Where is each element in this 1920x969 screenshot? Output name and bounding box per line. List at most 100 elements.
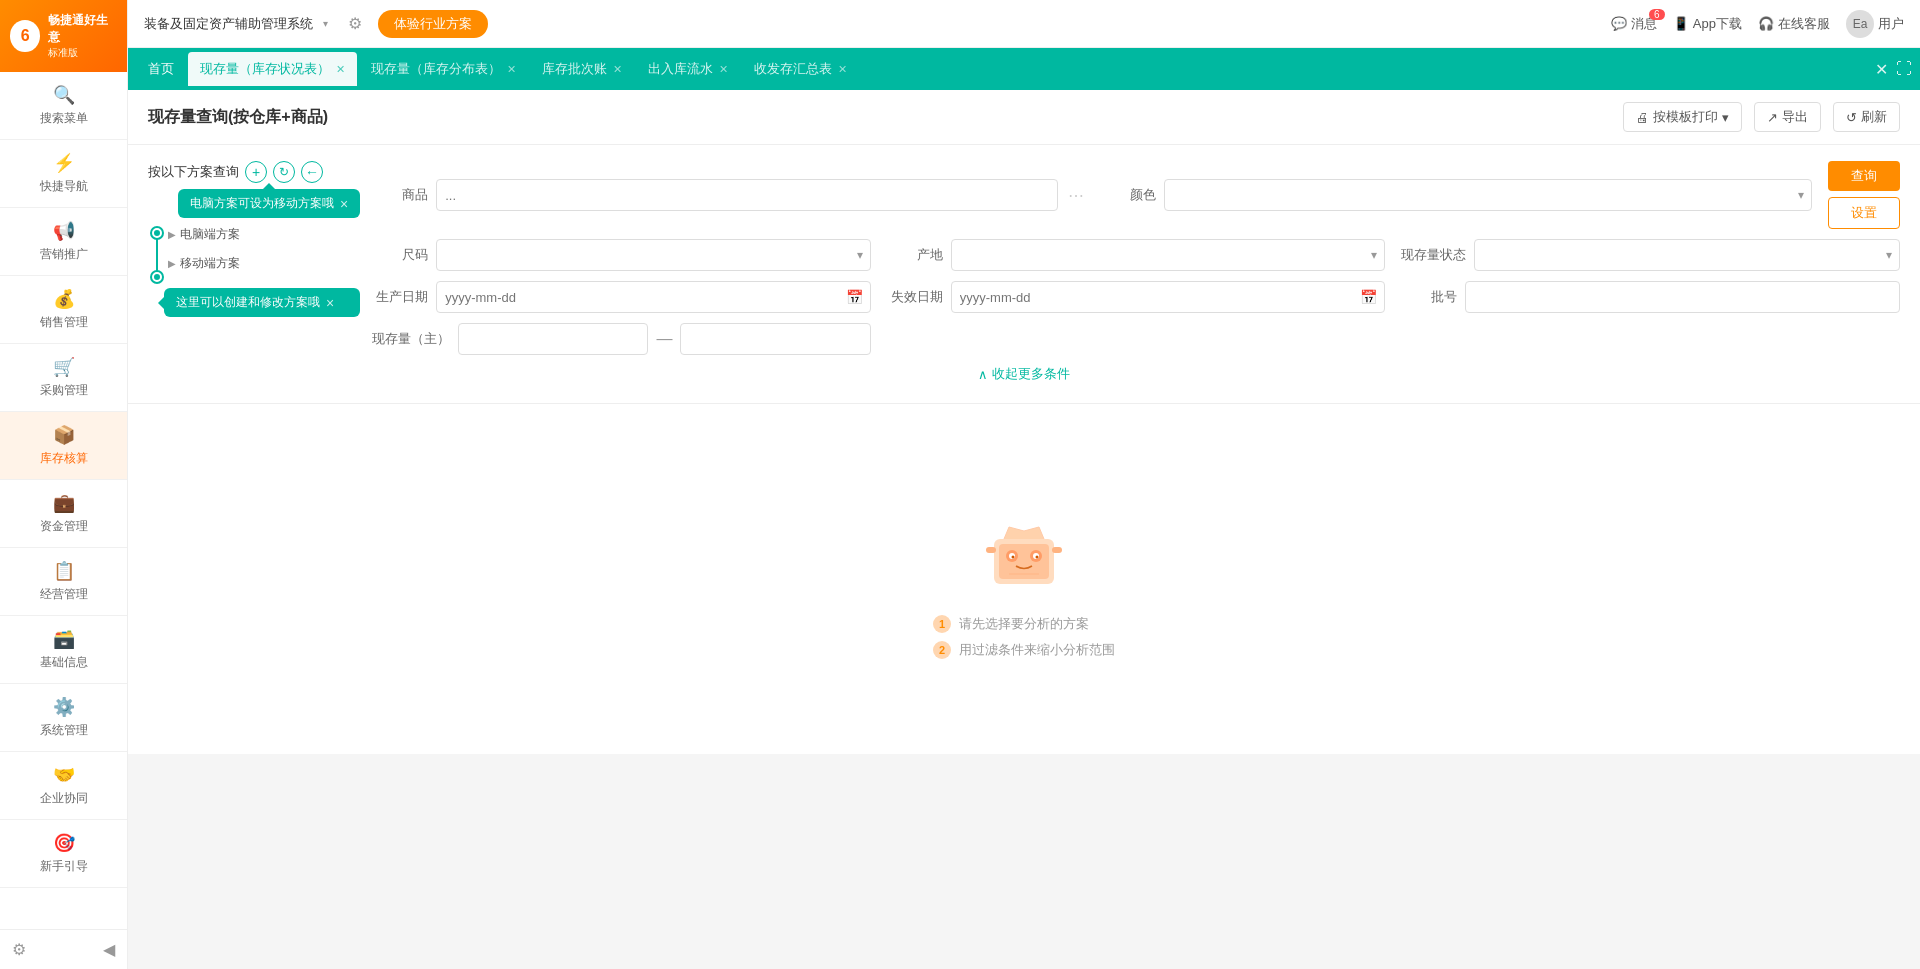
product-input[interactable] xyxy=(436,179,1058,211)
app-download-item[interactable]: 📱 App下载 xyxy=(1673,15,1742,33)
tab-fullscreen-icon[interactable]: ⛶ xyxy=(1896,60,1912,78)
finance-icon: 💼 xyxy=(53,492,75,514)
refresh-button[interactable]: ↺ 刷新 xyxy=(1833,102,1900,132)
tab-stock-dist[interactable]: 现存量（库存分布表） ✕ xyxy=(359,52,528,86)
hint-num-2: 2 xyxy=(933,641,951,659)
mobile-scheme-group[interactable]: ▶ 移动端方案 xyxy=(168,251,240,276)
sidebar-item-label: 营销推广 xyxy=(40,246,88,263)
expiry-date-input[interactable] xyxy=(951,281,1386,313)
filter-label: 按以下方案查询 xyxy=(148,163,239,181)
sidebar-item-basic[interactable]: 🗃️ 基础信息 xyxy=(0,616,127,684)
stock-main-from-input[interactable] xyxy=(458,323,648,355)
product-dots-icon[interactable]: ⋯ xyxy=(1068,186,1084,205)
size-select-wrap: 全部 xyxy=(436,239,871,271)
color-select[interactable]: 全部 xyxy=(1164,179,1812,211)
tab-close-inout-flow[interactable]: ✕ xyxy=(719,63,728,76)
sidebar-item-label: 企业协同 xyxy=(40,790,88,807)
sidebar-item-finance[interactable]: 💼 资金管理 xyxy=(0,480,127,548)
sidebar-item-purchase[interactable]: 🛒 采购管理 xyxy=(0,344,127,412)
filter-row-2: 尺码 全部 产地 xyxy=(372,239,1900,271)
message-badge: 6 xyxy=(1649,9,1665,20)
search-button[interactable]: 查询 xyxy=(1828,161,1900,191)
origin-select-wrap: 全部 xyxy=(951,239,1386,271)
user-avatar-item[interactable]: Ea 用户 xyxy=(1846,10,1904,38)
filter-controls-row: 按以下方案查询 + ↻ ← xyxy=(148,161,360,183)
sidebar-item-label: 搜索菜单 xyxy=(40,110,88,127)
production-date-input[interactable] xyxy=(436,281,871,313)
basic-icon: 🗃️ xyxy=(53,628,75,650)
scheme-groups: ▶ 电脑端方案 接码员 ▶ 移动端方案 xyxy=(168,222,240,276)
production-date-wrap: 📅 xyxy=(436,281,871,313)
tab-close-recv-summary[interactable]: ✕ xyxy=(838,63,847,76)
sidebar-bottom: ⚙ ◀ xyxy=(0,929,127,969)
empty-state-area: 1 请先选择要分析的方案 2 用过滤条件来缩小分析范围 xyxy=(128,404,1920,754)
connector-dot-bottom xyxy=(152,272,162,282)
origin-select[interactable]: 全部 xyxy=(951,239,1386,271)
empty-hint-1: 1 请先选择要分析的方案 xyxy=(933,615,1115,633)
hint-num-1: 1 xyxy=(933,615,951,633)
tooltip1-close-icon[interactable]: × xyxy=(340,196,348,212)
production-date-calendar-icon[interactable]: 📅 xyxy=(846,289,863,305)
tab-close-batch[interactable]: ✕ xyxy=(613,63,622,76)
sidebar-item-system[interactable]: ⚙️ 系统管理 xyxy=(0,684,127,752)
filter-stock-main-row: 现存量（主） — xyxy=(372,323,871,355)
operation-icon: 📋 xyxy=(53,560,75,582)
expiry-date-calendar-icon[interactable]: 📅 xyxy=(1360,289,1377,305)
tab-close-stock-dist[interactable]: ✕ xyxy=(507,63,516,76)
filter-stock-status-row: 现存量状态 全部 xyxy=(1401,239,1900,271)
sidebar-item-marketing[interactable]: 📢 营销推广 xyxy=(0,208,127,276)
trial-button[interactable]: 体验行业方案 xyxy=(378,10,488,38)
filter-origin-row: 产地 全部 xyxy=(887,239,1386,271)
settings-icon[interactable]: ⚙ xyxy=(12,940,26,959)
print-template-button[interactable]: 🖨 按模板打印 ▾ xyxy=(1623,102,1742,132)
tooltip2-close-icon[interactable]: × xyxy=(326,295,334,311)
sidebar-item-search[interactable]: 🔍 搜索菜单 xyxy=(0,72,127,140)
svg-rect-8 xyxy=(986,547,996,553)
content-actions: 🖨 按模板打印 ▾ ↗ 导出 ↺ 刷新 xyxy=(1623,102,1900,132)
filter-product-row: 商品 ⋯ xyxy=(372,179,1084,211)
stock-status-select[interactable]: 全部 xyxy=(1474,239,1900,271)
filter-form-section: 商品 ⋯ 颜色 全部 xyxy=(372,161,1900,355)
sidebar-item-quick-nav[interactable]: ⚡ 快捷导航 xyxy=(0,140,127,208)
export-button[interactable]: ↗ 导出 xyxy=(1754,102,1821,132)
stock-status-select-wrap: 全部 xyxy=(1474,239,1900,271)
filter-collapse-button[interactable]: ∧ 收起更多条件 xyxy=(148,355,1900,387)
tab-inout-flow[interactable]: 出入库流水 ✕ xyxy=(636,52,740,86)
sidebar: 6 畅捷通好生意 标准版 🔍 搜索菜单 ⚡ 快捷导航 📢 营销推广 💰 销售管理… xyxy=(0,0,128,969)
stock-icon: 📦 xyxy=(53,424,75,446)
collapse-sidebar-icon[interactable]: ◀ xyxy=(103,940,115,959)
search-icon: 🔍 xyxy=(53,84,75,106)
filter-size-row: 尺码 全部 xyxy=(372,239,871,271)
filter-arrow-button[interactable]: ← xyxy=(301,161,323,183)
message-item[interactable]: 💬 6 消息 xyxy=(1611,15,1657,33)
empty-illustration xyxy=(974,499,1074,599)
sidebar-item-label: 采购管理 xyxy=(40,382,88,399)
size-select[interactable]: 全部 xyxy=(436,239,871,271)
sidebar-item-guide[interactable]: 🎯 新手引导 xyxy=(0,820,127,888)
tab-close-stock-status[interactable]: ✕ xyxy=(336,63,345,76)
tab-batch[interactable]: 库存批次账 ✕ xyxy=(530,52,634,86)
sidebar-item-sales[interactable]: 💰 销售管理 xyxy=(0,276,127,344)
batch-input[interactable] xyxy=(1465,281,1900,313)
mobile-scheme-arrow-icon: ▶ xyxy=(168,258,176,269)
sidebar-item-stock[interactable]: 📦 库存核算 xyxy=(0,412,127,480)
purchase-icon: 🛒 xyxy=(53,356,75,378)
online-service-item[interactable]: 🎧 在线客服 xyxy=(1758,15,1830,33)
reset-button[interactable]: 设置 xyxy=(1828,197,1900,229)
filter-expiry-date-row: 失效日期 📅 xyxy=(887,281,1386,313)
tab-stock-status[interactable]: 现存量（库存状况表） ✕ xyxy=(188,52,357,86)
enterprise-icon: 🤝 xyxy=(53,764,75,786)
production-date-label: 生产日期 xyxy=(372,288,428,306)
stock-main-to-input[interactable] xyxy=(680,323,870,355)
sidebar-item-operation[interactable]: 📋 经营管理 xyxy=(0,548,127,616)
tab-home[interactable]: 首页 xyxy=(136,52,186,86)
gear-icon[interactable]: ⚙ xyxy=(348,14,362,33)
system-name-chevron-icon: ▾ xyxy=(323,18,328,29)
pc-scheme-group[interactable]: ▶ 电脑端方案 xyxy=(168,222,240,247)
sidebar-item-enterprise[interactable]: 🤝 企业协同 xyxy=(0,752,127,820)
filter-header-row: 按以下方案查询 + ↻ ← 电脑方案可设为移动方案哦 × xyxy=(148,161,1900,355)
top-header: 装备及固定资产辅助管理系统 ▾ ⚙ 体验行业方案 💬 6 消息 📱 App下载 … xyxy=(128,0,1920,48)
tab-close-all-icon[interactable]: ✕ xyxy=(1875,60,1888,79)
filter-cycle-button[interactable]: ↻ xyxy=(273,161,295,183)
tab-recv-summary[interactable]: 收发存汇总表 ✕ xyxy=(742,52,859,86)
